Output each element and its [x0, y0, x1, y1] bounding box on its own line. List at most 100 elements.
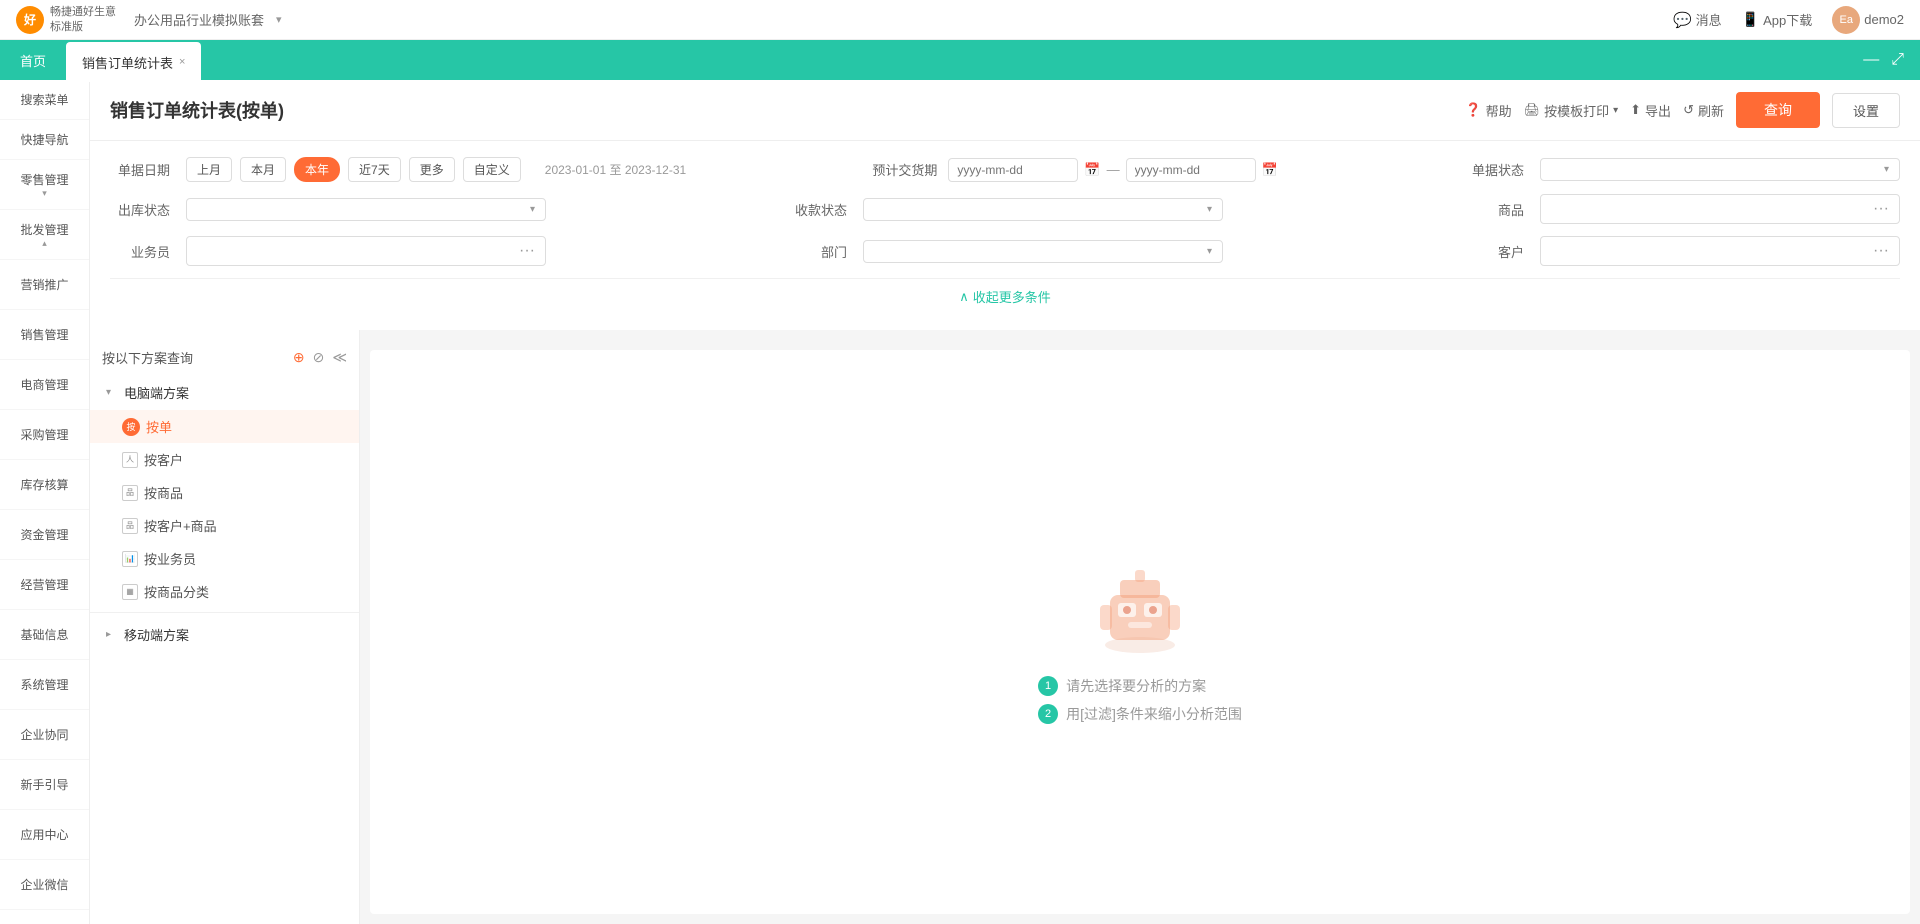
- avatar: Ea: [1832, 6, 1860, 34]
- search-menu-label: 搜索菜单: [20, 91, 68, 108]
- collapse-arrow-icon: ∧: [959, 289, 969, 305]
- customer-input[interactable]: ···: [1540, 236, 1900, 266]
- user-area[interactable]: Ea demo2: [1832, 6, 1904, 34]
- left-panel-icons: ⊕ ⊘ ≪: [293, 349, 347, 366]
- scheme-by-order[interactable]: 按 按单: [90, 410, 359, 443]
- sidebar-item-ecommerce[interactable]: 电商管理: [0, 360, 89, 410]
- sidebar-item-app-center[interactable]: 应用中心: [0, 810, 89, 860]
- tab-home[interactable]: 首页: [0, 40, 66, 80]
- date-btn-this-month[interactable]: 本月: [240, 157, 286, 182]
- message-icon: 💬: [1673, 11, 1692, 29]
- scheme-by-salesman[interactable]: 📊 按业务员: [90, 542, 359, 575]
- payment-status-label: 收款状态: [787, 200, 847, 219]
- logo-icon: 好: [16, 6, 44, 34]
- sidebar-item-finance[interactable]: 资金管理: [0, 510, 89, 560]
- add-scheme-icon[interactable]: ⊕: [293, 349, 305, 366]
- tab-sales-order-stats[interactable]: 销售订单统计表 ×: [66, 42, 201, 82]
- product-more-icon[interactable]: ···: [1873, 200, 1889, 218]
- sidebar-item-sales[interactable]: 销售管理: [0, 310, 89, 360]
- dept-select[interactable]: ▾: [863, 240, 1223, 263]
- calendar-start-icon[interactable]: 📅: [1084, 162, 1100, 178]
- expected-date-end-input[interactable]: [1126, 158, 1256, 182]
- settings-button[interactable]: 设置: [1832, 93, 1900, 128]
- mobile-icon: 📱: [1742, 11, 1759, 28]
- export-button[interactable]: ⬆ 导出: [1630, 101, 1671, 120]
- sidebar-item-member[interactable]: 畅会员: [0, 910, 89, 924]
- top-bar-left: 好 畅捷通好生意 标准版 办公用品行业模拟账套 ▾: [16, 5, 282, 34]
- payment-status-dropdown-icon: ▾: [1207, 204, 1212, 215]
- app-download-button[interactable]: 📱 App下载: [1742, 10, 1813, 29]
- sidebar-item-marketing[interactable]: 营销推广: [0, 260, 89, 310]
- ship-status-label: 出库状态: [110, 200, 170, 219]
- left-panel-header: 按以下方案查询 ⊕ ⊘ ≪: [90, 340, 359, 375]
- sidebar-item-basic-info[interactable]: 基础信息: [0, 610, 89, 660]
- pc-scheme-label: 电脑端方案: [124, 383, 189, 402]
- salesman-label: 业务员: [110, 242, 170, 261]
- calendar-end-icon[interactable]: 📅: [1262, 162, 1278, 178]
- expected-date-start-input[interactable]: [948, 158, 1078, 182]
- retail-expand-icon: ▾: [42, 188, 47, 199]
- doc-status-select[interactable]: ▾: [1540, 158, 1900, 181]
- wholesale-expand-icon: ▴: [42, 238, 47, 249]
- date-btn-more[interactable]: 更多: [409, 157, 455, 182]
- payment-status-select[interactable]: ▾: [863, 198, 1223, 221]
- tab-bar: 首页 销售订单统计表 × — ⤢: [0, 40, 1920, 80]
- sidebar-item-system[interactable]: 系统管理: [0, 660, 89, 710]
- salesman-more-icon[interactable]: ···: [519, 242, 535, 260]
- sidebar-item-operations[interactable]: 经营管理: [0, 560, 89, 610]
- sidebar-quick-nav-item[interactable]: 快捷导航: [0, 120, 89, 160]
- date-range-selector: 上月 本月 本年 近7天 更多 自定义: [186, 157, 521, 182]
- sidebar-search-item[interactable]: 搜索菜单: [0, 80, 89, 120]
- scheme-by-category[interactable]: ▦ 按商品分类: [90, 575, 359, 608]
- collapse-panel-icon[interactable]: ≪: [332, 349, 347, 366]
- date-btn-this-year[interactable]: 本年: [294, 157, 340, 182]
- sidebar-item-inventory[interactable]: 库存核算: [0, 460, 89, 510]
- scheme-by-product[interactable]: 品 按商品: [90, 476, 359, 509]
- customer-more-icon[interactable]: ···: [1873, 242, 1889, 260]
- refresh-button[interactable]: ↺ 刷新: [1683, 101, 1724, 120]
- sidebar-item-retail[interactable]: 零售管理 ▾: [0, 160, 89, 210]
- salesman-input[interactable]: ···: [186, 236, 546, 266]
- date-btn-last-month[interactable]: 上月: [186, 157, 232, 182]
- logo-area: 好 畅捷通好生意 标准版: [16, 5, 116, 34]
- sidebar-item-wholesale[interactable]: 批发管理 ▴: [0, 210, 89, 260]
- filter-row-date: 单据日期 上月 本月 本年 近7天 更多 自定义 2023-01-01 至 20…: [110, 157, 1900, 182]
- ship-status-select[interactable]: ▾: [186, 198, 546, 221]
- sidebar-item-enterprise[interactable]: 企业协同: [0, 710, 89, 760]
- print-button[interactable]: 🖨 按模板打印 ▾: [1524, 101, 1619, 120]
- sidebar-item-newbie[interactable]: 新手引导: [0, 760, 89, 810]
- tab-minimize-button[interactable]: —: [1863, 51, 1879, 69]
- customer-label: 客户: [1464, 242, 1524, 261]
- scheme-by-customer[interactable]: 人 按客户: [90, 443, 359, 476]
- help-button[interactable]: ❓ 帮助: [1465, 101, 1511, 120]
- tab-maximize-button[interactable]: ⤢: [1891, 51, 1904, 69]
- empty-state: 1 请先选择要分析的方案 2 用[过滤]条件来缩小分析范围: [370, 350, 1910, 914]
- sidebar-item-purchase[interactable]: 采购管理: [0, 410, 89, 460]
- date-btn-last-7-days[interactable]: 近7天: [348, 157, 401, 182]
- hint-num-2: 2: [1038, 704, 1058, 724]
- message-button[interactable]: 💬 消息: [1673, 10, 1722, 29]
- dropdown-arrow-icon[interactable]: ▾: [276, 13, 282, 26]
- print-dropdown-icon: ▾: [1613, 105, 1618, 116]
- mobile-scheme-group[interactable]: ▸ 移动端方案: [90, 617, 359, 652]
- tab-close-icon[interactable]: ×: [179, 56, 185, 68]
- mobile-expand-icon: ▸: [106, 629, 118, 640]
- sidebar-item-wechat[interactable]: 企业微信: [0, 860, 89, 910]
- expected-date-range: 📅 — 📅: [948, 158, 1277, 182]
- empty-hint-2: 2 用[过滤]条件来缩小分析范围: [1038, 704, 1242, 724]
- empty-hints: 1 请先选择要分析的方案 2 用[过滤]条件来缩小分析范围: [1038, 676, 1242, 724]
- date-label: 单据日期: [110, 160, 170, 179]
- top-bar: 好 畅捷通好生意 标准版 办公用品行业模拟账套 ▾ 💬 消息 📱 App下载 E…: [0, 0, 1920, 40]
- query-button[interactable]: 查询: [1736, 92, 1820, 128]
- pc-scheme-group[interactable]: ▾ 电脑端方案: [90, 375, 359, 410]
- date-dash: —: [1107, 162, 1120, 177]
- refresh-scheme-icon[interactable]: ⊘: [313, 349, 325, 366]
- export-icon: ⬆: [1630, 102, 1641, 118]
- by-order-icon: 按: [122, 418, 140, 436]
- date-btn-custom[interactable]: 自定义: [463, 157, 521, 182]
- product-input[interactable]: ···: [1540, 194, 1900, 224]
- scheme-by-customer-product[interactable]: 品 按客户+商品: [90, 509, 359, 542]
- filter-row-business: 业务员 ··· 部门 ▾ 客户 ···: [110, 236, 1900, 266]
- by-salesman-icon: 📊: [122, 551, 138, 567]
- collapse-filter-button[interactable]: ∧ 收起更多条件: [110, 278, 1900, 314]
